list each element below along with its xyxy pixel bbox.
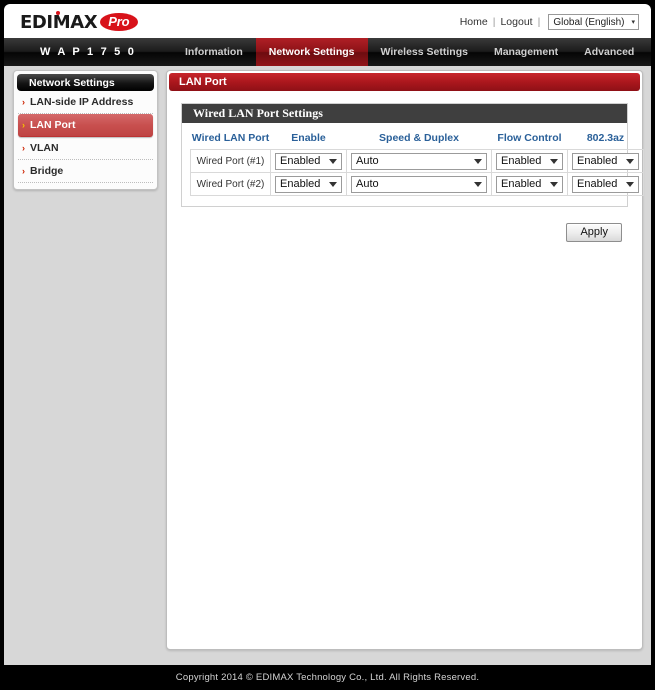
chevron-down-icon: ▾ (631, 18, 635, 26)
table-row: Wired Port (#2) Enabled Auto Enabled Ena… (190, 172, 644, 196)
chevron-down-icon (626, 158, 634, 164)
column-header-802-3az: 802.3az (586, 132, 625, 144)
nav-tab-information[interactable]: Information (172, 38, 256, 66)
content-panel: LAN Port Wired LAN Port Settings Wired L… (166, 70, 644, 650)
row-label-port-1: Wired Port (#1) (190, 149, 271, 173)
chevron-down-icon (474, 181, 482, 187)
chevron-down-icon (474, 158, 482, 164)
nav-separator-1: | (492, 16, 496, 28)
eee-select-value: Enabled (577, 154, 618, 167)
sidebar-item-label: Bridge (30, 165, 64, 177)
page-body: Network Settings › LAN-side IP Address ›… (4, 66, 651, 665)
logo-wordmark: EDIMAX (20, 10, 98, 33)
chevron-down-icon (329, 158, 337, 164)
sidebar-item-label: LAN-side IP Address (30, 96, 134, 108)
main-nav-items: Information Network Settings Wireless Se… (172, 38, 647, 66)
cell-enable-port-1: Enabled (270, 149, 347, 173)
sidebar-item-lan-port[interactable]: › LAN Port (18, 114, 153, 137)
table-header-row: Wired LAN Port Enable Speed & Duplex Flo… (191, 130, 644, 150)
cell-flow-control-port-2: Enabled (491, 172, 568, 196)
apply-row: Apply (181, 223, 622, 242)
sidebar-item-label: VLAN (30, 142, 59, 154)
speed-duplex-select-port-1[interactable]: Auto (351, 152, 487, 170)
chevron-right-icon: › (22, 119, 25, 130)
cell-802-3az-port-1: Enabled (567, 149, 644, 173)
column-header-wired-lan-port: Wired LAN Port (191, 132, 270, 144)
nav-tab-advanced[interactable]: Advanced (571, 38, 647, 66)
speed-duplex-select-value: Auto (356, 177, 379, 190)
nav-separator-2: | (537, 16, 541, 28)
table-row: Wired Port (#1) Enabled Auto Enabled Ena… (190, 149, 644, 173)
logout-link[interactable]: Logout (500, 16, 532, 28)
top-right-nav: Home | Logout | Global (English) ▾ (460, 14, 639, 30)
chevron-right-icon: › (22, 165, 25, 176)
section-body: Wired LAN Port Enable Speed & Duplex Flo… (182, 123, 644, 206)
sidebar-item-bridge[interactable]: › Bridge (18, 160, 153, 183)
chevron-right-icon: › (22, 142, 25, 153)
edimax-logo[interactable]: EDIMAX Pro (20, 10, 139, 33)
sidebar: Network Settings › LAN-side IP Address ›… (13, 70, 158, 190)
row-label-port-2: Wired Port (#2) (190, 172, 271, 196)
nav-tab-wireless-settings[interactable]: Wireless Settings (368, 38, 481, 66)
logo-red-dot-icon (56, 10, 60, 15)
column-header-flow-control: Flow Control (497, 132, 562, 144)
column-header-enable: Enable (291, 132, 326, 144)
flow-control-select-port-2[interactable]: Enabled (496, 175, 563, 193)
enable-select-port-1[interactable]: Enabled (275, 152, 342, 170)
logo-pro-badge: Pro (100, 13, 139, 31)
speed-duplex-select-port-2[interactable]: Auto (351, 175, 487, 193)
cell-enable-port-2: Enabled (270, 172, 347, 196)
page-title: LAN Port (169, 73, 640, 91)
footer: Copyright 2014 © EDIMAX Technology Co., … (0, 665, 655, 690)
eee-select-port-2[interactable]: Enabled (572, 175, 639, 193)
app-window: EDIMAX Pro Home | Logout | Global (Engli… (0, 0, 655, 690)
eee-select-value: Enabled (577, 177, 618, 190)
main-navigation-bar: W A P 1 7 5 0 Information Network Settin… (4, 38, 651, 66)
logo-text: EDIMAX (20, 11, 98, 33)
flow-control-select-value: Enabled (501, 154, 542, 167)
enable-select-port-2[interactable]: Enabled (275, 175, 342, 193)
chevron-down-icon (329, 181, 337, 187)
speed-duplex-select-value: Auto (356, 154, 379, 167)
language-select-value: Global (English) (553, 16, 625, 28)
enable-select-value: Enabled (280, 177, 321, 190)
top-header-bar: EDIMAX Pro Home | Logout | Global (Engli… (4, 4, 651, 38)
column-header-speed-duplex: Speed & Duplex (379, 132, 459, 144)
language-select[interactable]: Global (English) ▾ (548, 14, 639, 30)
sidebar-title: Network Settings (17, 74, 154, 91)
wired-lan-port-settings-section: Wired LAN Port Settings Wired LAN Port E… (181, 103, 644, 207)
cell-flow-control-port-1: Enabled (491, 149, 568, 173)
apply-button[interactable]: Apply (566, 223, 622, 242)
home-link[interactable]: Home (460, 16, 488, 28)
device-model-label: W A P 1 7 5 0 (40, 46, 137, 58)
eee-select-port-1[interactable]: Enabled (572, 152, 639, 170)
nav-tab-network-settings[interactable]: Network Settings (255, 38, 368, 66)
wired-lan-port-table: Wired LAN Port Enable Speed & Duplex Flo… (190, 130, 644, 196)
cell-speed-duplex-port-1: Auto (346, 149, 492, 173)
sidebar-item-label: LAN Port (30, 119, 76, 131)
chevron-down-icon (550, 158, 558, 164)
cell-speed-duplex-port-2: Auto (346, 172, 492, 196)
cell-802-3az-port-2: Enabled (567, 172, 644, 196)
section-title: Wired LAN Port Settings (182, 104, 627, 123)
enable-select-value: Enabled (280, 154, 321, 167)
sidebar-item-lan-side-ip-address[interactable]: › LAN-side IP Address (18, 91, 153, 114)
flow-control-select-port-1[interactable]: Enabled (496, 152, 563, 170)
flow-control-select-value: Enabled (501, 177, 542, 190)
chevron-right-icon: › (22, 96, 25, 107)
chevron-down-icon (626, 181, 634, 187)
copyright-text: Copyright 2014 © EDIMAX Technology Co., … (175, 672, 480, 683)
chevron-down-icon (550, 181, 558, 187)
sidebar-item-vlan[interactable]: › VLAN (18, 137, 153, 160)
nav-tab-management[interactable]: Management (481, 38, 571, 66)
